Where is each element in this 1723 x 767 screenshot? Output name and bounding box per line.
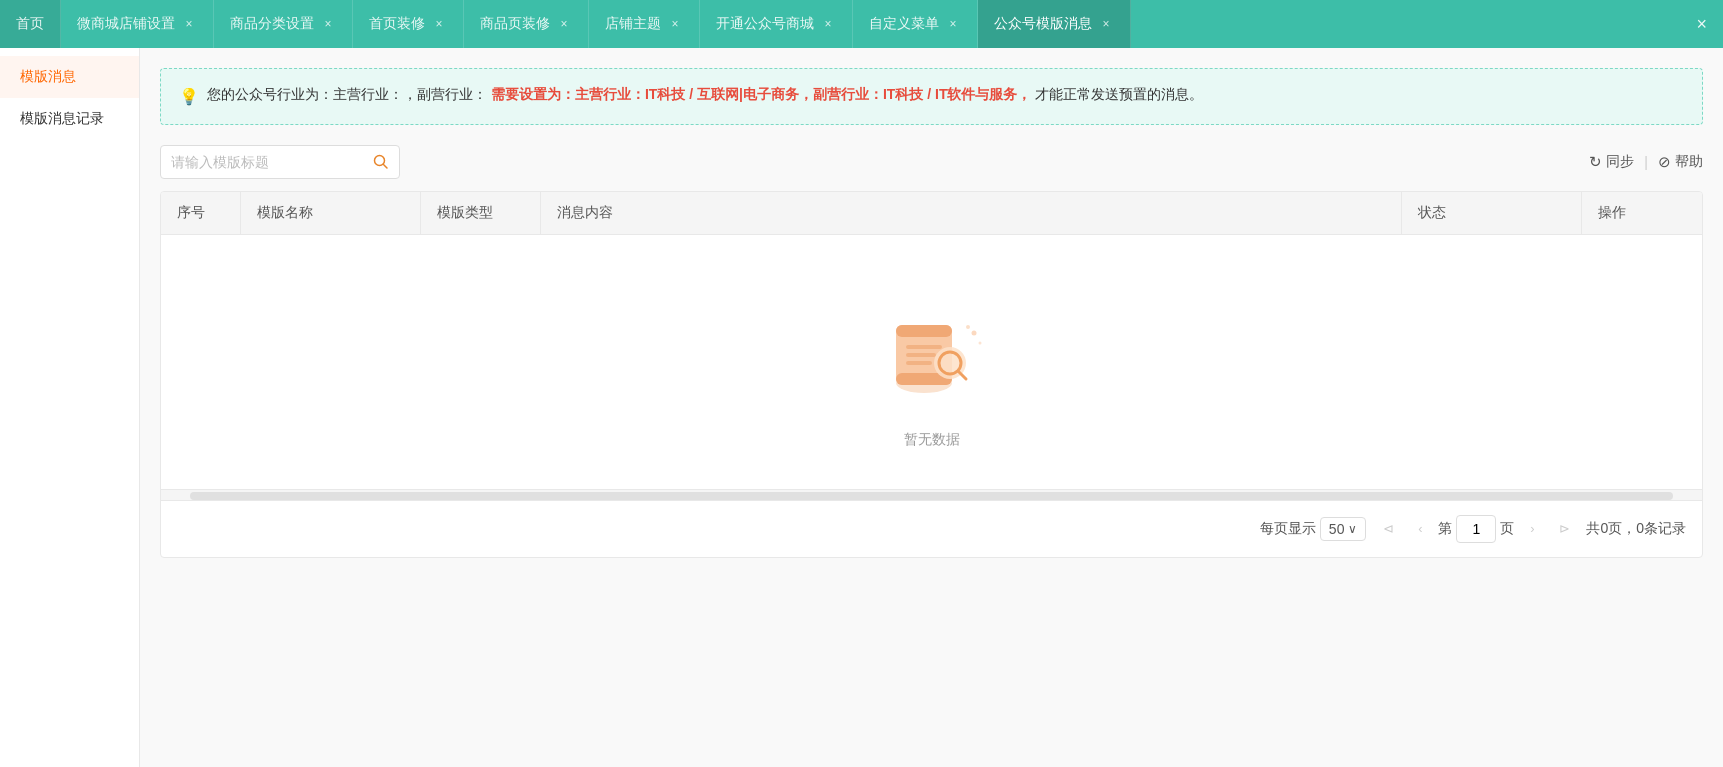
page-suffix: 页 xyxy=(1500,520,1514,538)
last-page-button[interactable]: ⊳ xyxy=(1550,515,1578,543)
empty-illustration xyxy=(872,295,992,415)
nav-item-5[interactable]: 店铺主题 × xyxy=(589,0,700,48)
nav-item-8[interactable]: 公众号模版消息 × xyxy=(978,0,1131,48)
table-header: 序号 模版名称 模版类型 消息内容 状态 操作 xyxy=(161,192,1702,235)
page-prefix: 第 xyxy=(1438,520,1452,538)
svg-point-13 xyxy=(978,341,981,344)
nav-item-label-2: 商品分类设置 xyxy=(230,15,314,33)
nav-item-7[interactable]: 自定义菜单 × xyxy=(853,0,978,48)
svg-rect-6 xyxy=(906,345,942,349)
horizontal-scrollbar[interactable] xyxy=(160,489,1703,501)
page-size-dropdown[interactable]: 50 ∨ xyxy=(1320,517,1367,541)
help-icon: ⊘ xyxy=(1658,153,1671,171)
nav-item-4[interactable]: 商品页装修 × xyxy=(464,0,589,48)
next-page-button[interactable]: › xyxy=(1518,515,1546,543)
page-number-input[interactable] xyxy=(1456,515,1496,543)
page-size-value: 50 xyxy=(1329,521,1345,537)
notice-text: 您的公众号行业为：主营行业：，副营行业： 需要设置为：主营行业：IT科技 / 互… xyxy=(207,83,1203,105)
nav-item-close-4[interactable]: × xyxy=(556,16,572,32)
page-navigation: ⊲ ‹ 第 页 › ⊳ xyxy=(1374,515,1578,543)
sidebar-item-0[interactable]: 模版消息 xyxy=(0,56,139,98)
page-size-chevron-icon: ∨ xyxy=(1348,522,1357,536)
nav-item-label-0: 首页 xyxy=(16,15,44,33)
toolbar-divider: | xyxy=(1644,154,1648,170)
nav-item-label-8: 公众号模版消息 xyxy=(994,15,1092,33)
nav-item-close-5[interactable]: × xyxy=(667,16,683,32)
notice-banner: 💡 您的公众号行业为：主营行业：，副营行业： 需要设置为：主营行业：IT科技 /… xyxy=(160,68,1703,125)
nav-item-close-1[interactable]: × xyxy=(181,16,197,32)
nav-item-1[interactable]: 微商城店铺设置 × xyxy=(61,0,214,48)
first-page-button[interactable]: ⊲ xyxy=(1374,515,1402,543)
close-all-button[interactable]: × xyxy=(1680,0,1723,48)
search-button[interactable] xyxy=(363,146,399,178)
nav-item-6[interactable]: 开通公众号商城 × xyxy=(700,0,853,48)
nav-item-label-6: 开通公众号商城 xyxy=(716,15,814,33)
scrollbar-track xyxy=(190,492,1673,500)
main-layout: 模版消息模版消息记录 💡 您的公众号行业为：主营行业：，副营行业： 需要设置为：… xyxy=(0,48,1723,767)
svg-point-14 xyxy=(966,325,970,329)
notice-icon: 💡 xyxy=(179,84,199,110)
svg-rect-4 xyxy=(896,325,952,337)
svg-point-12 xyxy=(971,330,976,335)
page-size-select: 每页显示 50 ∨ xyxy=(1260,517,1367,541)
sync-icon: ↻ xyxy=(1589,153,1602,171)
nav-item-label-4: 商品页装修 xyxy=(480,15,550,33)
nav-item-label-1: 微商城店铺设置 xyxy=(77,15,175,33)
empty-state: 暂无数据 xyxy=(161,235,1702,489)
svg-line-1 xyxy=(384,164,388,168)
col-index: 序号 xyxy=(161,192,241,234)
svg-rect-8 xyxy=(906,361,932,365)
help-button[interactable]: ⊘ 帮助 xyxy=(1658,153,1703,171)
col-name: 模版名称 xyxy=(241,192,421,234)
sync-button[interactable]: ↻ 同步 xyxy=(1589,153,1634,171)
nav-item-3[interactable]: 首页装修 × xyxy=(353,0,464,48)
top-nav: 首页微商城店铺设置×商品分类设置×首页装修×商品页装修×店铺主题×开通公众号商城… xyxy=(0,0,1723,48)
page-size-label: 每页显示 xyxy=(1260,520,1316,538)
nav-item-close-8[interactable]: × xyxy=(1098,16,1114,32)
nav-item-label-5: 店铺主题 xyxy=(605,15,661,33)
nav-item-label-7: 自定义菜单 xyxy=(869,15,939,33)
col-content: 消息内容 xyxy=(541,192,1402,234)
prev-page-button[interactable]: ‹ xyxy=(1406,515,1434,543)
col-type: 模版类型 xyxy=(421,192,541,234)
svg-rect-7 xyxy=(906,353,936,357)
empty-text: 暂无数据 xyxy=(904,431,960,449)
sidebar-item-1[interactable]: 模版消息记录 xyxy=(0,98,139,140)
notice-highlight: 需要设置为：主营行业：IT科技 / 互联网|电子商务，副营行业：IT科技 / I… xyxy=(491,86,1032,102)
col-action: 操作 xyxy=(1582,192,1702,234)
nav-item-0[interactable]: 首页 xyxy=(0,0,61,48)
nav-item-close-2[interactable]: × xyxy=(320,16,336,32)
content-area: 💡 您的公众号行业为：主营行业：，副营行业： 需要设置为：主营行业：IT科技 /… xyxy=(140,48,1723,767)
search-input-wrap xyxy=(160,145,400,179)
toolbar-right: ↻ 同步 | ⊘ 帮助 xyxy=(1589,153,1703,171)
search-bar: ↻ 同步 | ⊘ 帮助 xyxy=(160,145,1703,179)
nav-item-close-6[interactable]: × xyxy=(820,16,836,32)
col-status: 状态 xyxy=(1402,192,1582,234)
sidebar: 模版消息模版消息记录 xyxy=(0,48,140,767)
pagination: 每页显示 50 ∨ ⊲ ‹ 第 页 › ⊳ 共0页，0条记录 xyxy=(161,501,1702,557)
nav-item-2[interactable]: 商品分类设置 × xyxy=(214,0,353,48)
nav-item-close-3[interactable]: × xyxy=(431,16,447,32)
data-table: 序号 模版名称 模版类型 消息内容 状态 操作 xyxy=(160,191,1703,558)
total-records: 共0页，0条记录 xyxy=(1586,520,1686,538)
nav-item-label-3: 首页装修 xyxy=(369,15,425,33)
nav-item-close-7[interactable]: × xyxy=(945,16,961,32)
